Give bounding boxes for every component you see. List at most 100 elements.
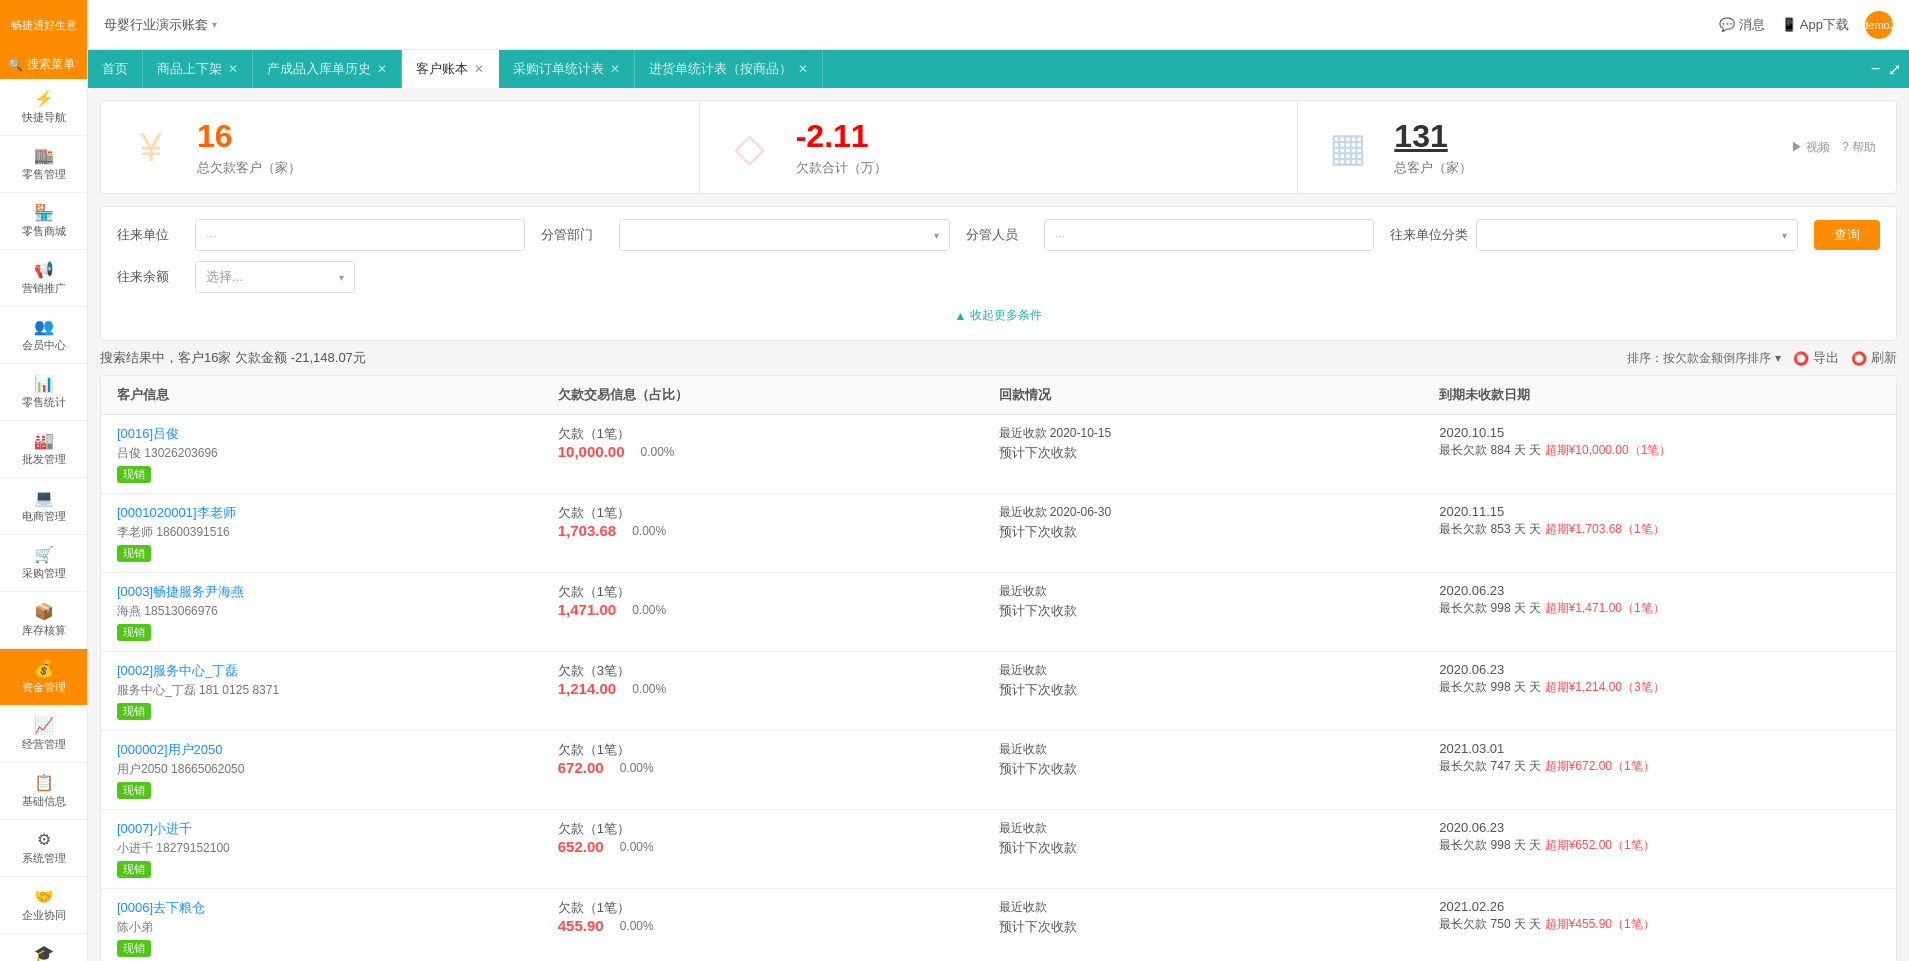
due-date: 2020.06.23 (1439, 583, 1880, 598)
batch-mgmt-label: 批发管理 (6, 452, 81, 467)
tab-goods-stat[interactable]: 进货单统计表（按商品） ✕ (635, 50, 823, 88)
overdue-link[interactable]: 超期¥455.90（1笔） (1545, 917, 1655, 931)
due-date-cell: 2021.03.01 最长欠款 747 天 天 超期¥672.00（1笔） (1439, 741, 1880, 775)
col-header-customer: 客户信息 (117, 386, 558, 404)
sidebar-item-nav[interactable]: ⚡ 快捷导航 (0, 79, 87, 136)
overdue-link[interactable]: 超期¥672.00（1笔） (1545, 759, 1655, 773)
nav-label: 快捷导航 (6, 110, 81, 125)
latest-collect: 最近收款 (999, 820, 1440, 837)
sidebar-item-enterprise[interactable]: 🤝 企业协同 (0, 877, 87, 934)
stat-number-debt-customers: 16 (197, 118, 679, 155)
tab-customer-account-close-icon[interactable]: ✕ (474, 62, 484, 76)
sidebar-item-operation[interactable]: 📈 经营管理 (0, 706, 87, 763)
customer-tag: 现销 (117, 703, 151, 720)
debt-amount: 10,000.00 (558, 443, 625, 460)
sidebar-item-retail-mgmt[interactable]: 🏬 零售管理 (0, 136, 87, 193)
tab-purchase-order-close-icon[interactable]: ✕ (610, 62, 620, 76)
sidebar-item-purchase[interactable]: 🛒 采购管理 (0, 535, 87, 592)
customer-info-cell: [0016]吕俊 吕俊 13026203696 现销 (117, 425, 558, 483)
sidebar-item-retail-mall[interactable]: 🏪 零售商城 (0, 193, 87, 250)
filter-input-person[interactable]: ··· (1044, 219, 1374, 251)
tab-customer-account[interactable]: 客户账本 ✕ (402, 50, 499, 88)
tab-minimize-icon[interactable]: − (1871, 60, 1880, 78)
due-date: 2020.06.23 (1439, 820, 1880, 835)
customer-tag: 现销 (117, 861, 151, 878)
customer-name-link[interactable]: [0006]去下粮仓 (117, 899, 558, 917)
customer-name-link[interactable]: [0007]小进千 (117, 820, 558, 838)
sidebar-item-ecommerce[interactable]: 💻 电商管理 (0, 478, 87, 535)
tab-products-close-icon[interactable]: ✕ (228, 62, 238, 76)
retail-mall-icon: 🏪 (6, 203, 81, 222)
tab-purchase-order[interactable]: 采购订单统计表 ✕ (499, 50, 635, 88)
customer-tag: 现销 (117, 782, 151, 799)
video-btn[interactable]: ▶ 视频 (1791, 139, 1830, 156)
logo-text: 畅捷通好生意 (11, 18, 77, 32)
table-row: [0007]小进千 小进千 18279152100 现销 欠款（1笔） 652.… (101, 810, 1896, 889)
debt-percent: 0.00% (632, 524, 666, 538)
customer-name-link[interactable]: [0003]畅捷服务尹海燕 (117, 583, 558, 601)
finance-label: 资金管理 (6, 680, 81, 695)
filter-select-balance[interactable]: 选择... ▾ (195, 261, 355, 293)
filter-select-unit-class[interactable]: ▾ (1476, 219, 1798, 251)
stat-info-debt-customers: 16 总欠款客户（家） (197, 118, 679, 177)
tab-home[interactable]: 首页 (88, 50, 143, 88)
sidebar: 畅捷通好生意 🔍 搜索菜单 ⚡ 快捷导航 🏬 零售管理 🏪 零售商城 📢 营销推… (0, 0, 88, 961)
message-btn[interactable]: 💬 消息 (1719, 16, 1765, 34)
sidebar-nav: ⚡ 快捷导航 🏬 零售管理 🏪 零售商城 📢 营销推广 👥 会员中心 📊 零售统… (0, 79, 87, 961)
sidebar-item-retail-stat[interactable]: 📊 零售统计 (0, 364, 87, 421)
overdue-link[interactable]: 超期¥1,214.00（3笔） (1545, 680, 1665, 694)
sidebar-item-member[interactable]: 👥 会员中心 (0, 307, 87, 364)
due-date-cell: 2020.11.15 最长欠款 853 天 天 超期¥1,703.68（1笔） (1439, 504, 1880, 538)
tabs-bar: 首页 商品上下架 ✕ 产成品入库单历史 ✕ 客户账本 ✕ 采购订单统计表 ✕ 进… (88, 50, 1909, 88)
filter-select-dept[interactable]: ▾ (619, 219, 949, 251)
customer-name-link[interactable]: [0002]服务中心_丁磊 (117, 662, 558, 680)
table-row: [0001020001]李老师 李老师 18600391516 现销 欠款（1笔… (101, 494, 1896, 573)
avatar[interactable]: demo2 (1865, 11, 1893, 39)
overdue-link[interactable]: 超期¥652.00（1笔） (1545, 838, 1655, 852)
sidebar-item-marketing[interactable]: 📢 营销推广 (0, 250, 87, 307)
next-collect: 预计下次收款 (999, 918, 1440, 936)
member-label: 会员中心 (6, 338, 81, 353)
stat-icon-building: ▦ (1318, 117, 1378, 177)
sort-selector[interactable]: 排序：按欠款金额倒序排序 ▾ (1627, 350, 1781, 367)
customer-name-link[interactable]: [0001020001]李老师 (117, 504, 558, 522)
sidebar-search-menu[interactable]: 🔍 搜索菜单 (0, 50, 87, 79)
debt-amount-row: 652.00 0.00% (558, 838, 999, 855)
tab-goods-stat-close-icon[interactable]: ✕ (798, 62, 808, 76)
company-selector[interactable]: 母婴行业演示账套 ▾ (104, 16, 217, 34)
sidebar-item-inventory[interactable]: 📦 库存核算 (0, 592, 87, 649)
collapse-filter-button[interactable]: ▲ 收起更多条件 (117, 303, 1880, 328)
debt-percent: 0.00% (620, 919, 654, 933)
marketing-label: 营销推广 (6, 281, 81, 296)
overdue-link[interactable]: 超期¥10,000.00（1笔） (1545, 443, 1672, 457)
filter-label-balance: 往来余额 (117, 268, 187, 286)
app-download-btn[interactable]: 📱 App下载 (1781, 16, 1849, 34)
due-date-cell: 2020.06.23 最长欠款 998 天 天 超期¥1,471.00（1笔） (1439, 583, 1880, 617)
sidebar-item-batch-mgmt[interactable]: 🏭 批发管理 (0, 421, 87, 478)
overdue-link[interactable]: 超期¥1,471.00（1笔） (1545, 601, 1665, 615)
sidebar-item-finance[interactable]: 💰 资金管理 (0, 649, 87, 706)
due-date: 2020.11.15 (1439, 504, 1880, 519)
overdue-link[interactable]: 超期¥1,703.68（1笔） (1545, 522, 1665, 536)
stat-card-actions: ▶ 视频 ? 帮助 (1791, 139, 1876, 156)
sidebar-item-basic[interactable]: 📋 基础信息 (0, 763, 87, 820)
sidebar-item-guide[interactable]: 🎓 新手引导 (0, 934, 87, 961)
tab-production[interactable]: 产成品入库单历史 ✕ (253, 50, 402, 88)
tab-products[interactable]: 商品上下架 ✕ (143, 50, 253, 88)
refresh-button[interactable]: ⭕ 刷新 (1851, 349, 1897, 367)
topbar-right: 💬 消息 📱 App下载 demo2 (1719, 11, 1893, 39)
help-btn[interactable]: ? 帮助 (1842, 139, 1876, 156)
debt-percent: 0.00% (632, 603, 666, 617)
export-button[interactable]: ⭕ 导出 (1793, 349, 1839, 367)
tab-maximize-icon[interactable]: ⤢ (1888, 60, 1901, 79)
tab-production-close-icon[interactable]: ✕ (377, 62, 387, 76)
customer-name-link[interactable]: [000002]用户2050 (117, 741, 558, 759)
customer-phone: 李老师 18600391516 (117, 524, 558, 541)
stat-info-debt-total: -2.11 欠款合计（万） (796, 118, 1278, 177)
overdue-days: 最长欠款 998 天 天 超期¥652.00（1笔） (1439, 837, 1880, 854)
search-button[interactable]: 查询 (1814, 220, 1880, 250)
sidebar-item-system[interactable]: ⚙ 系统管理 (0, 820, 87, 877)
customer-name-link[interactable]: [0016]吕俊 (117, 425, 558, 443)
debt-percent: 0.00% (632, 682, 666, 696)
filter-input-unit[interactable]: ··· (195, 219, 525, 251)
